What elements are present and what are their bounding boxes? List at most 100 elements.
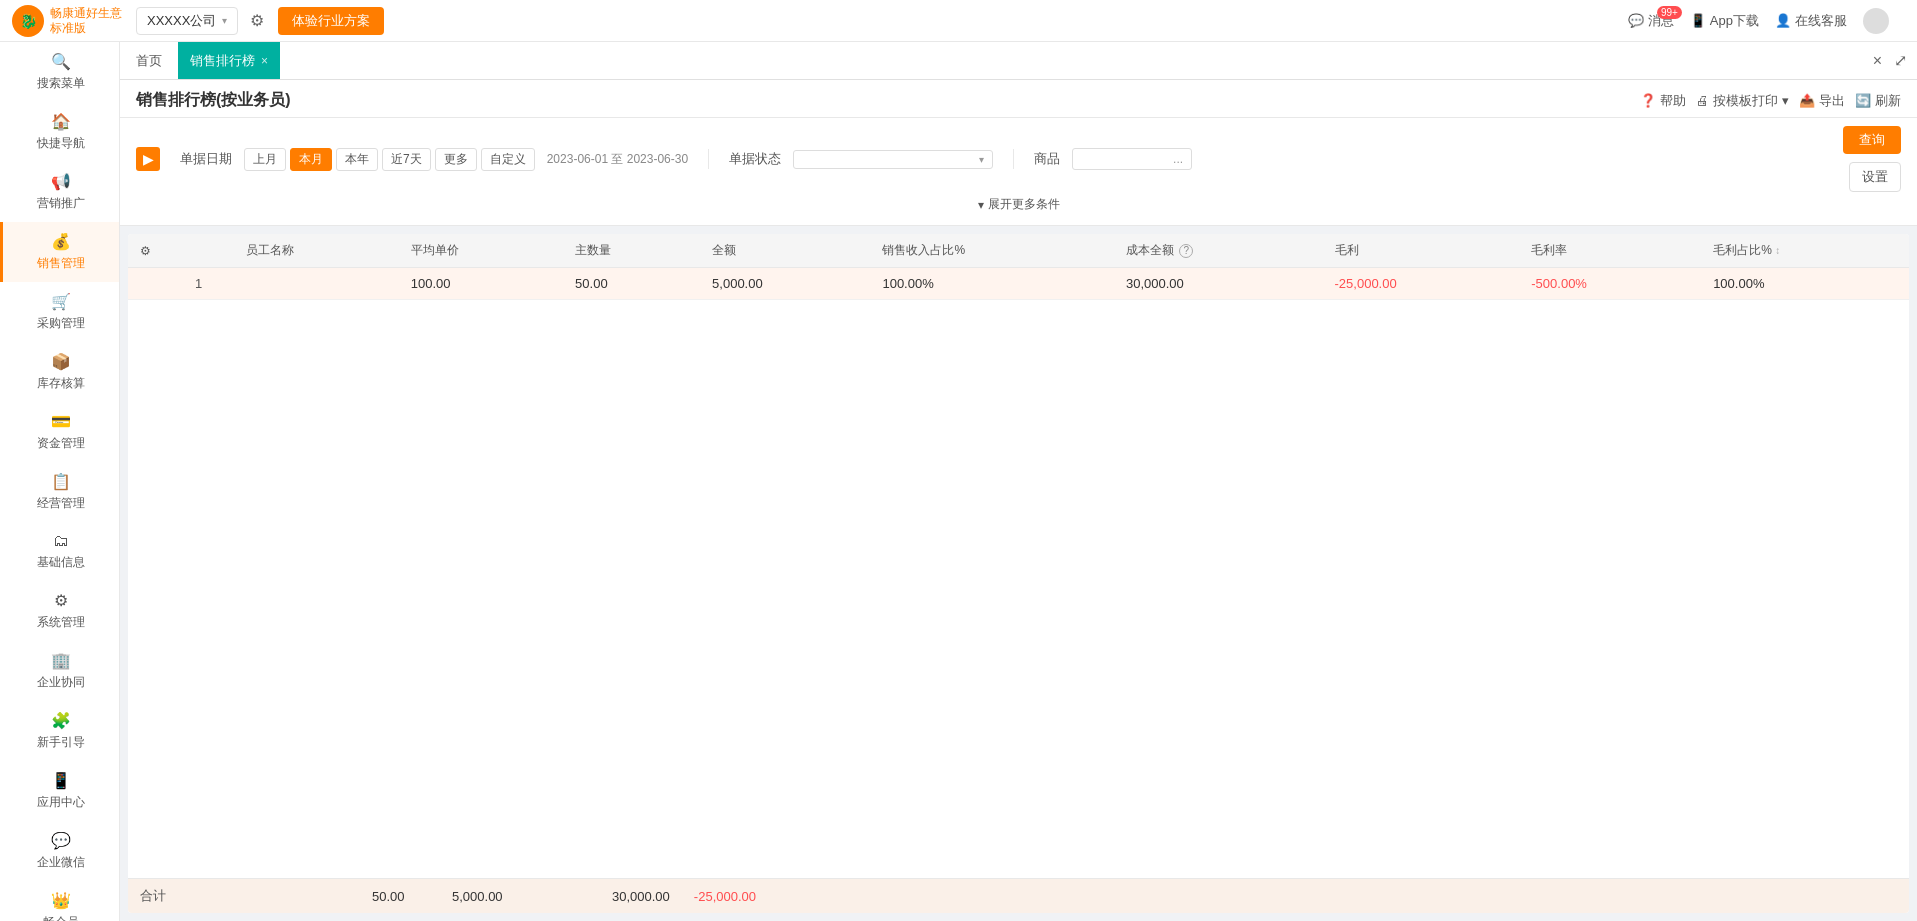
th-main-qty: 主数量 xyxy=(563,234,700,268)
sidebar-item-label: 资金管理 xyxy=(37,435,85,452)
refresh-label: 刷新 xyxy=(1875,92,1901,110)
th-gross: 毛利 xyxy=(1323,234,1520,268)
sidebar-item-label: 基础信息 xyxy=(37,554,85,571)
help-label: 帮助 xyxy=(1660,92,1686,110)
filter-bar: ▶ 单据日期 上月 本月 本年 近7天 更多 自定义 2023-06-01 至 … xyxy=(120,118,1917,226)
query-button[interactable]: 查询 xyxy=(1843,126,1901,154)
company-selector[interactable]: XXXXX公司 ▾ xyxy=(136,7,238,35)
sidebar-item-inventory[interactable]: 📦 库存核算 xyxy=(0,342,119,402)
sidebar-item-enterprise[interactable]: 🏢 企业协同 xyxy=(0,641,119,701)
goods-select[interactable]: ... xyxy=(1072,148,1192,170)
app-download-button[interactable]: 📱 App下载 xyxy=(1690,12,1759,30)
sidebar-item-label: 搜索菜单 xyxy=(37,75,85,92)
th-cost: 成本全额 ? xyxy=(1114,234,1323,268)
app-download-icon: 📱 xyxy=(1690,13,1706,28)
date-btn-7days[interactable]: 近7天 xyxy=(382,148,431,171)
sidebar-item-member[interactable]: 👑 畅会员 xyxy=(0,881,119,921)
logo-icon: 🐉 xyxy=(12,5,44,37)
active-tab-label: 销售排行榜 xyxy=(190,52,255,70)
refresh-button[interactable]: 🔄 刷新 xyxy=(1855,92,1901,110)
td-rank: 1 xyxy=(163,268,234,300)
sidebar-item-marketing[interactable]: 📢 营销推广 xyxy=(0,162,119,222)
tab-sales-ranking[interactable]: 销售排行榜 × xyxy=(178,42,280,79)
tab-close-button[interactable]: × xyxy=(1869,48,1886,74)
th-name: 员工名称 xyxy=(234,234,398,268)
notification-icon: 💬 xyxy=(1628,13,1644,28)
content-area: 首页 销售排行榜 × × ⤢ 销售排行榜(按业务员) ❓ 帮助 xyxy=(120,42,1917,921)
purchase-icon: 🛒 xyxy=(51,292,71,311)
company-dropdown-arrow: ▾ xyxy=(222,15,227,26)
date-btn-last-month[interactable]: 上月 xyxy=(244,148,286,171)
sidebar-item-guide[interactable]: 🧩 新手引导 xyxy=(0,701,119,761)
tab-maximize-button[interactable]: ⤢ xyxy=(1890,47,1911,74)
avatar[interactable] xyxy=(1863,8,1889,34)
sidebar-item-finance[interactable]: 💳 资金管理 xyxy=(0,402,119,462)
status-select[interactable]: ▾ xyxy=(793,150,993,169)
help-button[interactable]: ❓ 帮助 xyxy=(1640,92,1686,110)
sidebar-item-system[interactable]: ⚙ 系统管理 xyxy=(0,581,119,641)
top-bar: 🐉 畅康通好生意 标准版 XXXXX公司 ▾ ⚙ 体验行业方案 💬 消息 99+… xyxy=(0,0,1917,42)
sidebar-item-label: 库存核算 xyxy=(37,375,85,392)
sidebar-item-search[interactable]: 🔍 搜索菜单 xyxy=(0,42,119,102)
footer-cells: 50.00 5,000.00 30,000.00 -25,000.00 xyxy=(200,889,1897,904)
footer-total: 5,000.00 xyxy=(440,889,520,904)
sidebar-item-operations[interactable]: 📋 经营管理 xyxy=(0,462,119,522)
footer-gross: -25,000.00 xyxy=(682,889,768,904)
footer-cell-empty1 xyxy=(200,889,280,904)
sidebar-item-label: 经营管理 xyxy=(37,495,85,512)
sidebar-item-label: 采购管理 xyxy=(37,315,85,332)
search-icon: 🔍 xyxy=(51,52,71,71)
company-settings-icon[interactable]: ⚙ xyxy=(246,7,268,34)
page-content: 销售排行榜(按业务员) ❓ 帮助 🖨 按模板打印 ▾ 📤 导出 xyxy=(120,80,1917,921)
filter-divider-1 xyxy=(708,149,709,169)
app-download-label: App下载 xyxy=(1710,12,1759,30)
company-name: XXXXX公司 xyxy=(147,12,216,30)
finance-icon: 💳 xyxy=(51,412,71,431)
page-header: 销售排行榜(按业务员) ❓ 帮助 🖨 按模板打印 ▾ 📤 导出 xyxy=(120,80,1917,118)
cost-info-icon[interactable]: ? xyxy=(1179,244,1193,258)
sidebar-item-label: 应用中心 xyxy=(37,794,85,811)
date-btn-more[interactable]: 更多 xyxy=(435,148,477,171)
trial-button[interactable]: 体验行业方案 xyxy=(278,7,384,35)
member-icon: 👑 xyxy=(51,891,71,910)
goods-more-icon[interactable]: ... xyxy=(1173,152,1183,166)
table-footer: 合计 50.00 5,000.00 30,000.00 -25,000.00 xyxy=(128,878,1909,913)
notification-badge: 99+ xyxy=(1657,6,1682,19)
date-range-display: 2023-06-01 至 2023-06-30 xyxy=(547,151,688,168)
print-dropdown-arrow[interactable]: ▾ xyxy=(1782,93,1789,108)
online-service-icon: 👤 xyxy=(1775,13,1791,28)
tab-close-icon[interactable]: × xyxy=(261,54,268,68)
export-button[interactable]: 📤 导出 xyxy=(1799,92,1845,110)
sidebar-item-sales[interactable]: 💰 销售管理 xyxy=(0,222,119,282)
system-icon: ⚙ xyxy=(54,591,68,610)
sidebar-item-nav[interactable]: 🏠 快捷导航 xyxy=(0,102,119,162)
th-settings[interactable]: ⚙ xyxy=(128,234,163,268)
gross-pct-sort-icon[interactable]: ↕ xyxy=(1775,245,1780,256)
home-icon: 🏠 xyxy=(51,112,71,131)
sidebar-item-basics[interactable]: 🗂 基础信息 xyxy=(0,522,119,581)
th-total: 全额 xyxy=(700,234,870,268)
online-service-button[interactable]: 👤 在线客服 xyxy=(1775,12,1847,30)
date-btn-this-month[interactable]: 本月 xyxy=(290,148,332,171)
sidebar-item-wechat[interactable]: 💬 企业微信 xyxy=(0,821,119,881)
date-btn-this-year[interactable]: 本年 xyxy=(336,148,378,171)
sidebar-item-label: 销售管理 xyxy=(37,255,85,272)
date-btn-custom[interactable]: 自定义 xyxy=(481,148,535,171)
sidebar-item-purchase[interactable]: 🛒 采购管理 xyxy=(0,282,119,342)
table-wrapper: ⚙ 员工名称 平均单价 主数量 全额 销售收入占比% 成本全额 ? xyxy=(128,234,1909,878)
settings-button[interactable]: 设置 xyxy=(1849,162,1901,192)
table-header: ⚙ 员工名称 平均单价 主数量 全额 销售收入占比% 成本全额 ? xyxy=(128,234,1909,268)
td-total: 5,000.00 xyxy=(700,268,870,300)
print-button[interactable]: 🖨 按模板打印 ▾ xyxy=(1696,92,1789,110)
expand-conditions-button[interactable]: ▾ 展开更多条件 xyxy=(978,196,1060,213)
filter-collapse-arrow[interactable]: ▶ xyxy=(136,147,160,171)
apps-icon: 📱 xyxy=(51,771,71,790)
sidebar-item-apps[interactable]: 📱 应用中心 xyxy=(0,761,119,821)
tab-home[interactable]: 首页 xyxy=(120,42,178,79)
notification-button[interactable]: 💬 消息 99+ xyxy=(1628,12,1674,30)
page-header-actions: ❓ 帮助 🖨 按模板打印 ▾ 📤 导出 🔄 刷新 xyxy=(1640,92,1901,110)
td-avg-price: 100.00 xyxy=(399,268,563,300)
data-table: ⚙ 员工名称 平均单价 主数量 全额 销售收入占比% 成本全额 ? xyxy=(128,234,1909,300)
table-row: 1 100.00 50.00 5,000.00 100.00% 30,000.0… xyxy=(128,268,1909,300)
footer-main-qty: 50.00 xyxy=(360,889,440,904)
